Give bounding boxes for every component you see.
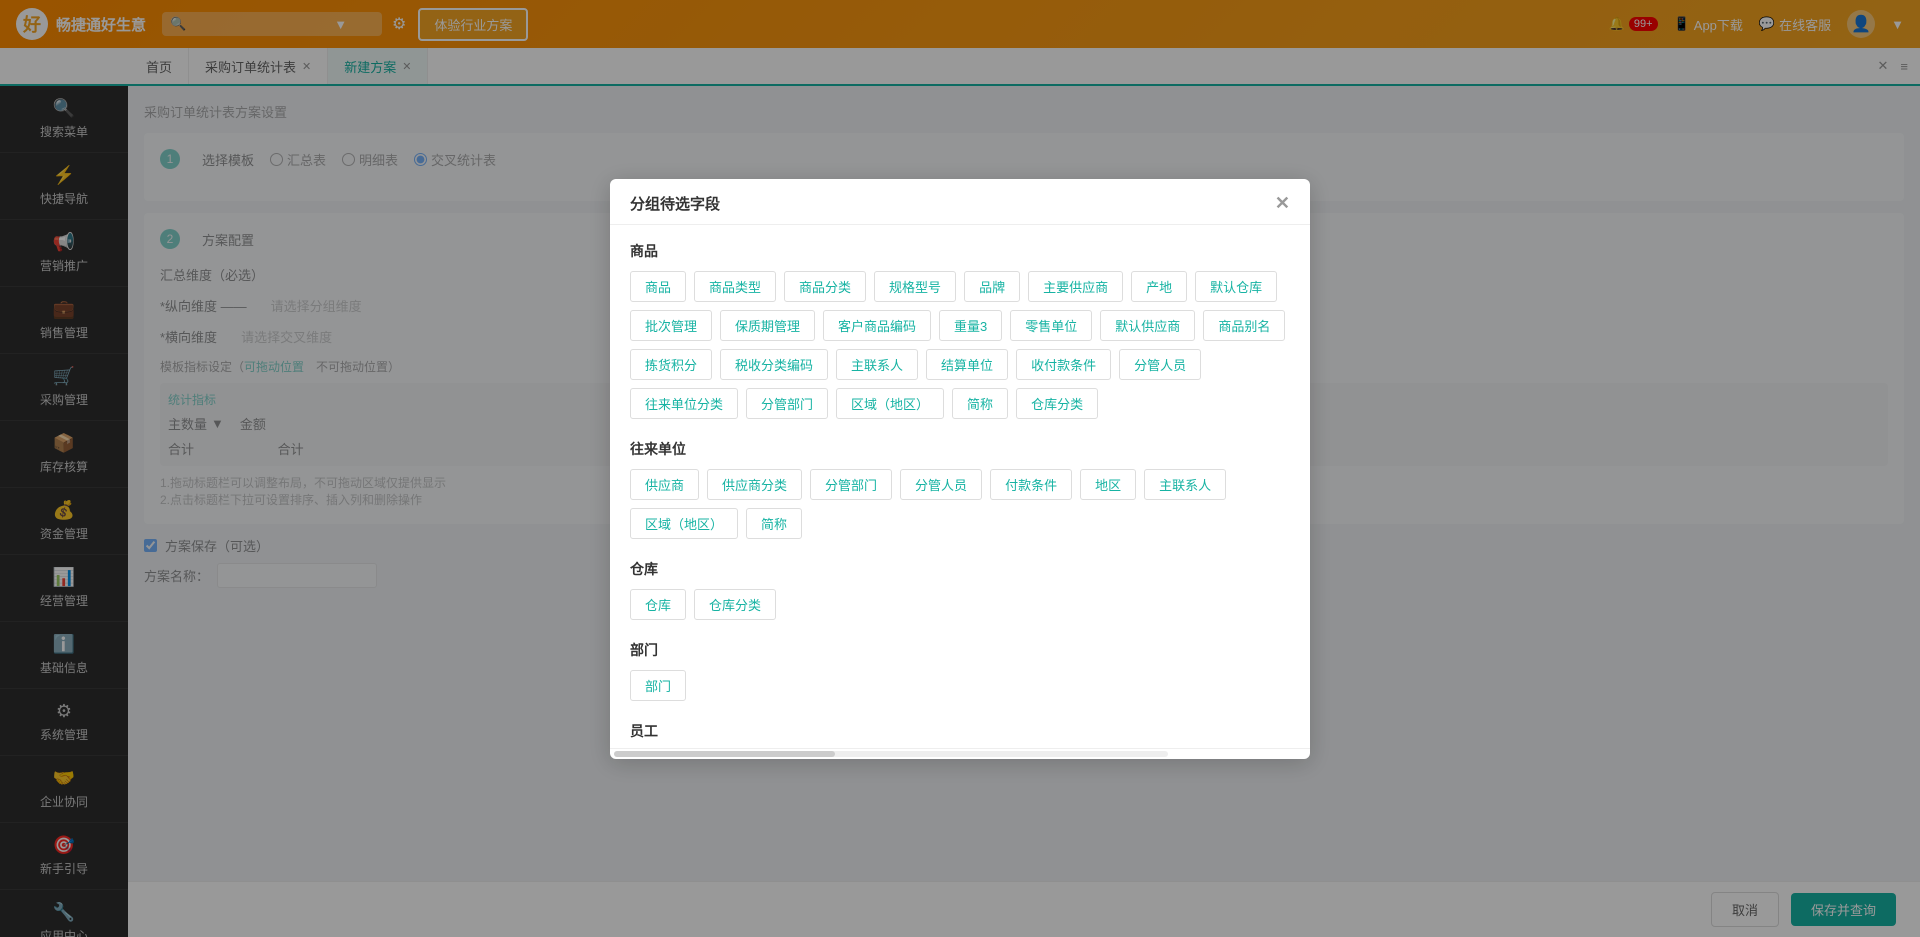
warehouse-fields: 仓库 仓库分类	[630, 589, 1290, 620]
field-expiry-mgmt[interactable]: 保质期管理	[720, 310, 815, 341]
dialog-close-btn[interactable]: ✕	[1275, 193, 1290, 214]
field-region-biz[interactable]: 区域（地区）	[630, 508, 738, 539]
field-main-contact-biz[interactable]: 主联系人	[1144, 469, 1226, 500]
field-settle-unit[interactable]: 结算单位	[926, 349, 1008, 380]
field-customer-code[interactable]: 客户商品编码	[823, 310, 931, 341]
field-product-type[interactable]: 商品类型	[694, 271, 776, 302]
field-dept[interactable]: 部门	[630, 670, 686, 701]
field-brand[interactable]: 品牌	[964, 271, 1020, 302]
field-pay-terms-biz[interactable]: 付款条件	[990, 469, 1072, 500]
field-tax-code[interactable]: 税收分类编码	[720, 349, 828, 380]
dialog-scrollbar-x[interactable]	[610, 748, 1310, 759]
field-manager[interactable]: 分管人员	[1119, 349, 1201, 380]
field-product-alias[interactable]: 商品别名	[1203, 310, 1285, 341]
section-warehouse: 仓库 仓库 仓库分类	[630, 559, 1290, 620]
section-bizunit-title: 往来单位	[630, 439, 1290, 459]
field-origin[interactable]: 产地	[1131, 271, 1187, 302]
field-spec-model[interactable]: 规格型号	[874, 271, 956, 302]
section-bizunit: 往来单位 供应商 供应商分类 分管部门 分管人员 付款条件 地区 主联系人 区域…	[630, 439, 1290, 539]
field-warehouse[interactable]: 仓库	[630, 589, 686, 620]
field-short-name-biz[interactable]: 简称	[746, 508, 802, 539]
field-supplier[interactable]: 供应商	[630, 469, 699, 500]
dialog-title: 分组待选字段	[630, 193, 720, 214]
bizunit-fields: 供应商 供应商分类 分管部门 分管人员 付款条件 地区 主联系人 区域（地区） …	[630, 469, 1290, 539]
section-product-title: 商品	[630, 241, 1290, 261]
field-retail-unit[interactable]: 零售单位	[1010, 310, 1092, 341]
section-product: 商品 商品 商品类型 商品分类 规格型号 品牌 主要供应商 产地 默认仓库 批次…	[630, 241, 1290, 419]
field-pick-points[interactable]: 拣货积分	[630, 349, 712, 380]
field-default-warehouse[interactable]: 默认仓库	[1195, 271, 1277, 302]
field-dept-biz[interactable]: 分管部门	[810, 469, 892, 500]
field-default-supplier[interactable]: 默认供应商	[1100, 310, 1195, 341]
dialog-body: 商品 商品 商品类型 商品分类 规格型号 品牌 主要供应商 产地 默认仓库 批次…	[610, 225, 1310, 748]
field-batch-mgmt[interactable]: 批次管理	[630, 310, 712, 341]
field-supplier-cat[interactable]: 供应商分类	[707, 469, 802, 500]
section-employee-title: 员工	[630, 721, 1290, 741]
section-warehouse-title: 仓库	[630, 559, 1290, 579]
field-payment-terms[interactable]: 收付款条件	[1016, 349, 1111, 380]
dialog-header: 分组待选字段 ✕	[610, 179, 1310, 225]
field-region[interactable]: 区域（地区）	[836, 388, 944, 419]
field-warehouse-cat[interactable]: 仓库分类	[1016, 388, 1098, 419]
field-short-name[interactable]: 简称	[952, 388, 1008, 419]
field-main-contact[interactable]: 主联系人	[836, 349, 918, 380]
field-product[interactable]: 商品	[630, 271, 686, 302]
field-area-biz[interactable]: 地区	[1080, 469, 1136, 500]
section-dept: 部门 部门	[630, 640, 1290, 701]
field-warehouse-category[interactable]: 仓库分类	[694, 589, 776, 620]
field-product-category[interactable]: 商品分类	[784, 271, 866, 302]
dept-fields: 部门	[630, 670, 1290, 701]
field-manager-biz[interactable]: 分管人员	[900, 469, 982, 500]
product-fields: 商品 商品类型 商品分类 规格型号 品牌 主要供应商 产地 默认仓库 批次管理 …	[630, 271, 1290, 419]
field-biz-unit-cat[interactable]: 往来单位分类	[630, 388, 738, 419]
section-dept-title: 部门	[630, 640, 1290, 660]
field-weight3[interactable]: 重量3	[939, 310, 1002, 341]
field-main-supplier[interactable]: 主要供应商	[1028, 271, 1123, 302]
field-select-dialog: 分组待选字段 ✕ 商品 商品 商品类型 商品分类 规格型号 品牌 主要供应商 产…	[610, 179, 1310, 759]
overlay: 分组待选字段 ✕ 商品 商品 商品类型 商品分类 规格型号 品牌 主要供应商 产…	[0, 0, 1920, 937]
field-dept-manage[interactable]: 分管部门	[746, 388, 828, 419]
section-employee: 员工 业务员	[630, 721, 1290, 748]
